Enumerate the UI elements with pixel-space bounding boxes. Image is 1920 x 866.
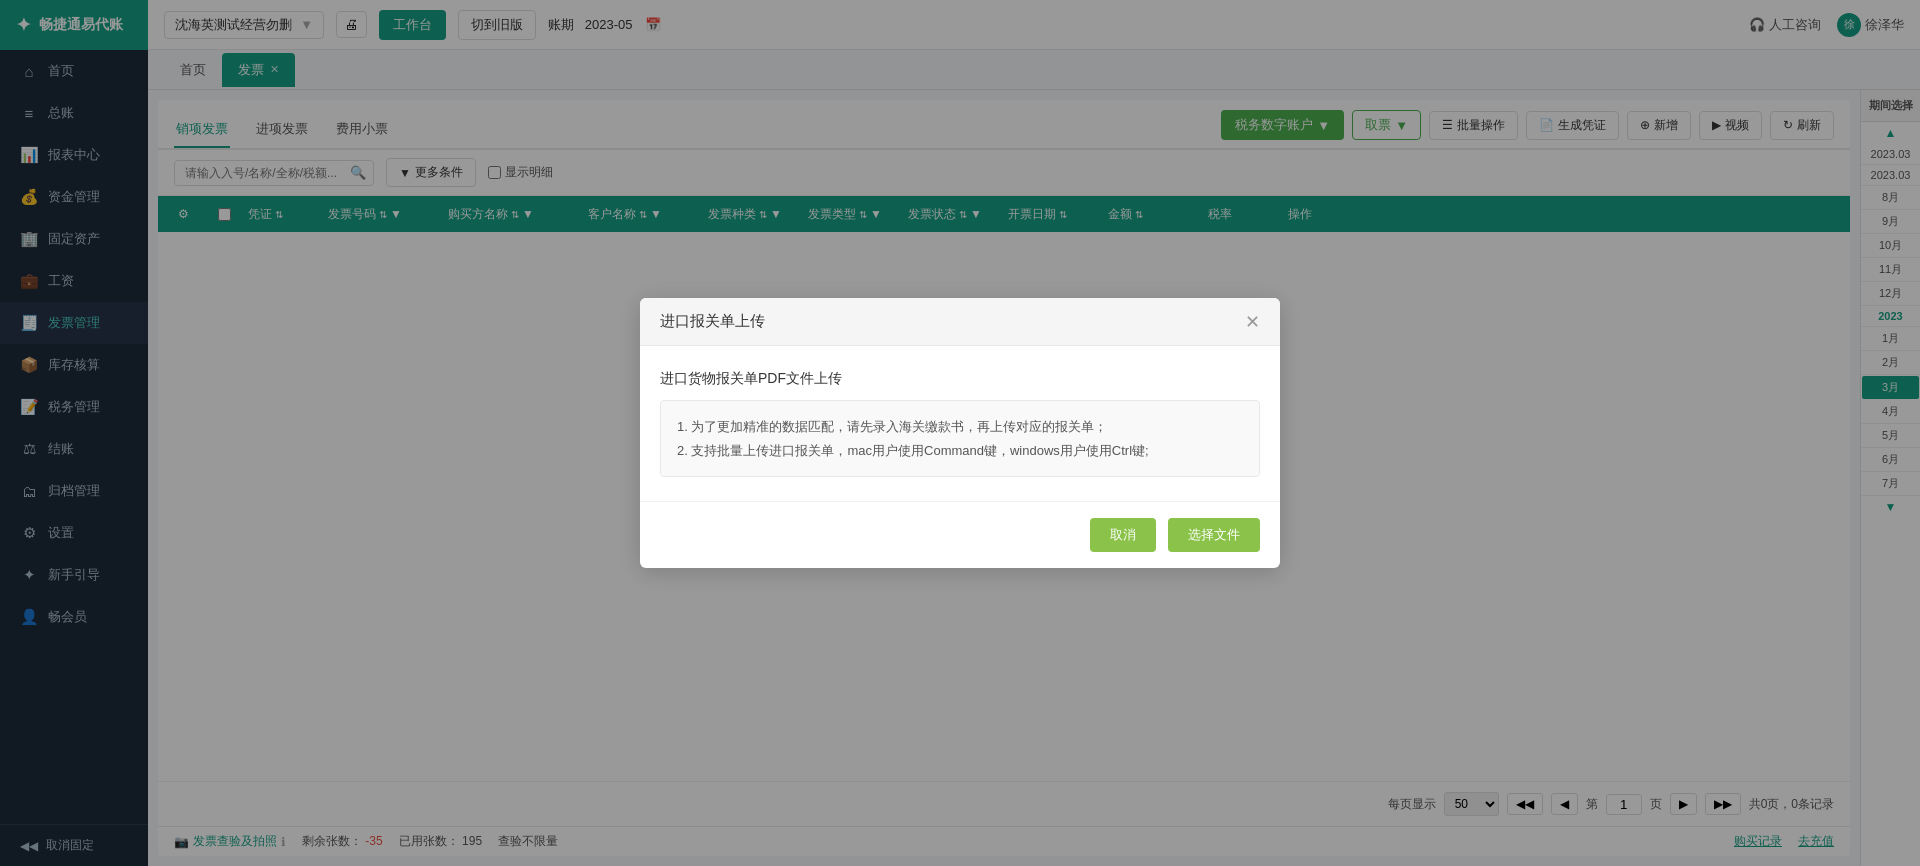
cancel-btn[interactable]: 取消 xyxy=(1090,518,1156,552)
dialog-notice: 1. 为了更加精准的数据匹配，请先录入海关缴款书，再上传对应的报关单； 2. 支… xyxy=(660,400,1260,477)
dialog-overlay[interactable]: 进口报关单上传 ✕ 进口货物报关单PDF文件上传 1. 为了更加精准的数据匹配，… xyxy=(0,0,1920,866)
dialog-title: 进口报关单上传 xyxy=(660,312,765,331)
dialog-footer: 取消 选择文件 xyxy=(640,501,1280,568)
dialog-body: 进口货物报关单PDF文件上传 1. 为了更加精准的数据匹配，请先录入海关缴款书，… xyxy=(640,346,1280,501)
notice-item-2: 2. 支持批量上传进口报关单，mac用户使用Command键，windows用户… xyxy=(677,439,1243,462)
select-file-btn[interactable]: 选择文件 xyxy=(1168,518,1260,552)
notice-item-1: 1. 为了更加精准的数据匹配，请先录入海关缴款书，再上传对应的报关单； xyxy=(677,415,1243,438)
upload-title: 进口货物报关单PDF文件上传 xyxy=(660,370,1260,388)
dialog-header: 进口报关单上传 ✕ xyxy=(640,298,1280,346)
dialog-close-btn[interactable]: ✕ xyxy=(1245,313,1260,331)
import-dialog: 进口报关单上传 ✕ 进口货物报关单PDF文件上传 1. 为了更加精准的数据匹配，… xyxy=(640,298,1280,568)
